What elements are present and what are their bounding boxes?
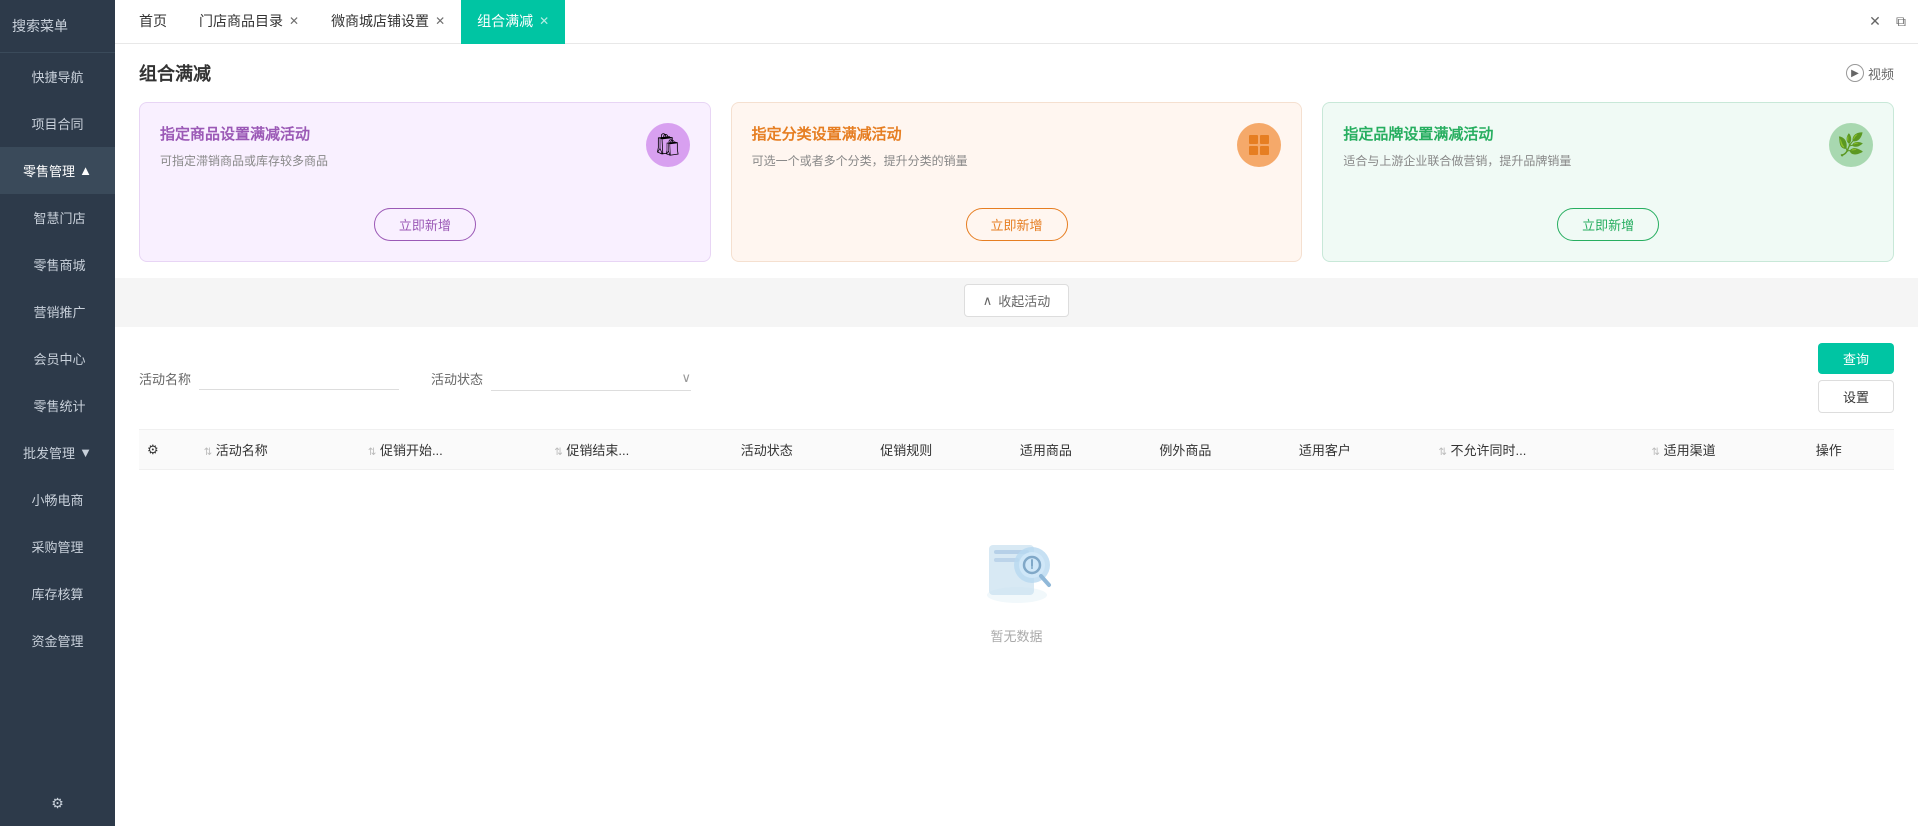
product-promo-card: 指定商品设置满减活动 可指定滞销商品或库存较多商品 🛍 立即新增	[139, 102, 711, 262]
category-card-desc: 可选一个或者多个分类，提升分类的销量	[752, 152, 1282, 170]
column-promo-start[interactable]: ⇅ 促销开始...	[360, 430, 546, 470]
category-promo-card: 指定分类设置满减活动 可选一个或者多个分类，提升分类的销量 立即新增	[731, 102, 1303, 262]
sidebar-item-purchase-mgmt[interactable]: 采购管理	[0, 523, 115, 570]
sidebar-item-member-center[interactable]: 会员中心	[0, 335, 115, 382]
brand-promo-card: 指定品牌设置满减活动 适合与上游企业联合做营销，提升品牌销量 🌿 立即新增	[1322, 102, 1894, 262]
sidebar-item-wholesale-mgmt[interactable]: 批发管理 ▼	[0, 429, 115, 476]
sort-icon: ⇅	[204, 447, 212, 458]
empty-state: 暂无数据	[139, 470, 1894, 705]
activity-name-input[interactable]	[199, 366, 399, 390]
chevron-down-icon: ∨	[682, 370, 692, 386]
chevron-down-icon: ▼	[79, 445, 92, 460]
collapse-bar: ∧ 收起活动	[115, 278, 1918, 327]
chevron-up-icon: ▲	[79, 163, 92, 178]
column-applicable-customer: 适用客户	[1291, 430, 1431, 470]
brand-add-button[interactable]: 立即新增	[1557, 208, 1659, 241]
brand-card-title: 指定品牌设置满减活动	[1343, 123, 1873, 144]
sort-icon: ⇅	[1438, 447, 1446, 458]
column-activity-name[interactable]: ⇅ 活动名称	[196, 430, 360, 470]
column-settings[interactable]: ⚙	[139, 430, 196, 470]
sidebar-search[interactable]: 搜索菜单	[0, 0, 115, 53]
settings-button[interactable]: 设置	[1818, 380, 1894, 413]
column-promo-end[interactable]: ⇅ 促销结束...	[546, 430, 732, 470]
column-no-concurrent[interactable]: ⇅ 不允许同时...	[1430, 430, 1643, 470]
window-close-button[interactable]: ✕	[1866, 13, 1884, 31]
column-activity-status: 活动状态	[733, 430, 873, 470]
product-card-icon: 🛍	[646, 123, 690, 167]
page-title: 组合满减	[139, 60, 211, 86]
tab-wechat-store[interactable]: 微商城店铺设置 ✕	[315, 0, 461, 44]
content-area: 组合满减 ▶ 视频 指定商品设置满减活动 可指定滞销商品或库存较多商品 🛍 立即…	[115, 44, 1918, 826]
column-operation: 操作	[1808, 430, 1894, 470]
collapse-button[interactable]: ∧ 收起活动	[964, 284, 1070, 317]
product-card-title: 指定商品设置满减活动	[160, 123, 690, 144]
filter-activity-status: 活动状态 ∨	[431, 366, 691, 391]
brand-card-icon: 🌿	[1829, 123, 1873, 167]
query-button[interactable]: 查询	[1818, 343, 1894, 374]
window-controls: ✕ ⧉	[1866, 13, 1910, 31]
column-applicable-goods: 适用商品	[1012, 430, 1152, 470]
table-section: ⚙ ⇅ 活动名称 ⇅ 促销开始... ⇅ 促销结束...	[115, 429, 1918, 729]
sidebar-item-retail-stats[interactable]: 零售统计	[0, 382, 115, 429]
sidebar-item-retail-mall[interactable]: 零售商城	[0, 241, 115, 288]
sort-icon: ⇅	[554, 447, 562, 458]
category-card-title: 指定分类设置满减活动	[752, 123, 1282, 144]
sidebar-item-smart-store[interactable]: 智慧门店	[0, 194, 115, 241]
filter-activity-name: 活动名称	[139, 366, 399, 390]
product-add-button[interactable]: 立即新增	[374, 208, 476, 241]
activity-table: ⚙ ⇅ 活动名称 ⇅ 促销开始... ⇅ 促销结束...	[139, 429, 1894, 470]
close-tab-combo-discount[interactable]: ✕	[539, 14, 549, 28]
sidebar-item-marketing[interactable]: 营销推广	[0, 288, 115, 335]
activity-status-label: 活动状态	[431, 369, 483, 388]
product-card-desc: 可指定滞销商品或库存较多商品	[160, 152, 690, 170]
tab-home[interactable]: 首页	[123, 0, 183, 44]
empty-icon	[967, 510, 1067, 610]
window-restore-button[interactable]: ⧉	[1892, 13, 1910, 31]
play-icon: ▶	[1846, 64, 1864, 82]
category-add-button[interactable]: 立即新增	[966, 208, 1068, 241]
column-applicable-channel[interactable]: ⇅ 适用渠道	[1644, 430, 1808, 470]
sidebar: 搜索菜单 快捷导航 项目合同 零售管理 ▲ 智慧门店 零售商城 营销推广 会员中…	[0, 0, 115, 826]
filter-section: 活动名称 活动状态 ∨ 查询 设置	[115, 327, 1918, 429]
activity-name-label: 活动名称	[139, 369, 191, 388]
sort-icon: ⇅	[368, 447, 376, 458]
close-tab-store-catalog[interactable]: ✕	[289, 14, 299, 28]
close-tab-wechat-store[interactable]: ✕	[435, 14, 445, 28]
brand-card-desc: 适合与上游企业联合做营销，提升品牌销量	[1343, 152, 1873, 170]
tab-combo-discount[interactable]: 组合满减 ✕	[461, 0, 565, 44]
chevron-up-icon: ∧	[983, 293, 993, 309]
sidebar-item-xiaochang[interactable]: 小畅电商	[0, 476, 115, 523]
tab-bar: 首页 门店商品目录 ✕ 微商城店铺设置 ✕ 组合满减 ✕ ✕ ⧉	[115, 0, 1918, 44]
sidebar-settings[interactable]: ⚙	[0, 781, 115, 826]
sidebar-item-quick-nav[interactable]: 快捷导航	[0, 53, 115, 100]
column-promo-rule: 促销规则	[872, 430, 1012, 470]
activity-status-select[interactable]: ∨	[491, 366, 691, 391]
promo-cards-section: 指定商品设置满减活动 可指定滞销商品或库存较多商品 🛍 立即新增 指定分类设置满…	[115, 94, 1918, 278]
main-content: 首页 门店商品目录 ✕ 微商城店铺设置 ✕ 组合满减 ✕ ✕ ⧉ 组合满减 ▶ …	[115, 0, 1918, 826]
filter-actions: 查询 设置	[1818, 343, 1894, 413]
empty-text: 暂无数据	[990, 626, 1042, 645]
page-header: 组合满减 ▶ 视频	[115, 44, 1918, 94]
tab-store-catalog[interactable]: 门店商品目录 ✕	[183, 0, 315, 44]
sidebar-item-fund-mgmt[interactable]: 资金管理	[0, 617, 115, 664]
sort-icon: ⇅	[1652, 447, 1660, 458]
sidebar-item-inventory[interactable]: 库存核算	[0, 570, 115, 617]
column-excluded-goods: 例外商品	[1151, 430, 1291, 470]
sidebar-item-project-contract[interactable]: 项目合同	[0, 100, 115, 147]
video-link[interactable]: ▶ 视频	[1846, 64, 1894, 83]
table-header: ⚙ ⇅ 活动名称 ⇅ 促销开始... ⇅ 促销结束...	[139, 430, 1894, 470]
sidebar-item-retail-management[interactable]: 零售管理 ▲	[0, 147, 115, 194]
